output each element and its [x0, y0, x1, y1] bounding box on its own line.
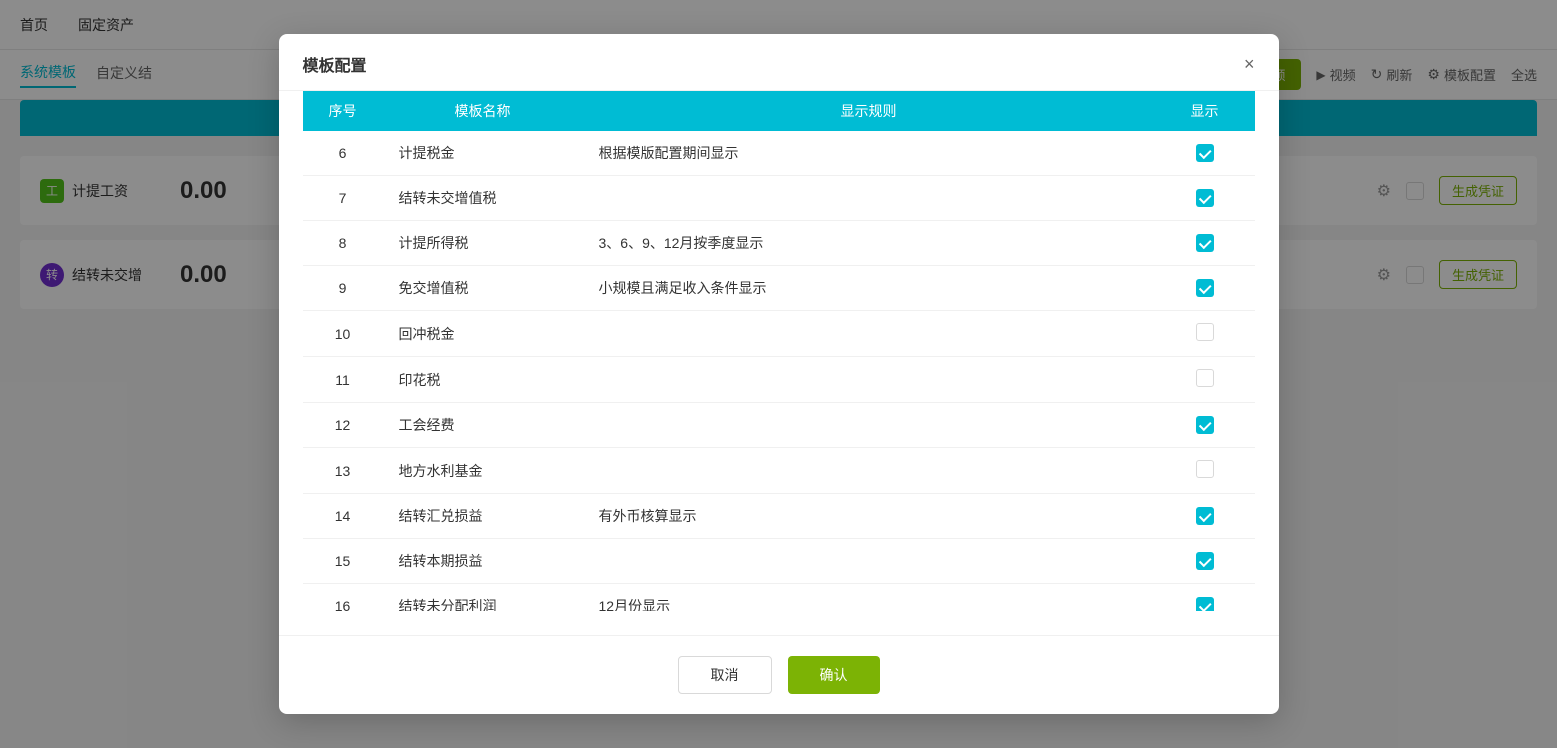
- table-row: 10回冲税金: [303, 311, 1255, 357]
- cell-index-8: 8: [303, 221, 383, 266]
- table-row: 15结转本期损益: [303, 539, 1255, 584]
- cell-check-12: [1155, 403, 1255, 448]
- modal-footer: 取消 确认: [279, 635, 1279, 714]
- table-row: 7结转未交增值税: [303, 176, 1255, 221]
- cell-name-12: 工会经费: [383, 403, 583, 448]
- cell-check-10: [1155, 311, 1255, 357]
- cell-check-9: [1155, 266, 1255, 311]
- checkbox-10[interactable]: [1196, 323, 1214, 341]
- cell-check-6: [1155, 131, 1255, 176]
- checkbox-13[interactable]: [1196, 460, 1214, 478]
- checkbox-6[interactable]: [1196, 144, 1214, 162]
- table-header-row: 序号 模板名称 显示规则 显示: [303, 91, 1255, 131]
- cell-check-14: [1155, 494, 1255, 539]
- col-header-index: 序号: [303, 91, 383, 131]
- cell-rule-6: 根据模版配置期间显示: [583, 131, 1155, 176]
- cell-name-16: 结转未分配利润: [383, 584, 583, 612]
- modal-title: 模板配置: [303, 52, 367, 76]
- checkbox-11[interactable]: [1196, 369, 1214, 387]
- cell-check-11: [1155, 357, 1255, 403]
- cell-rule-15: [583, 539, 1155, 584]
- table-container[interactable]: 序号 模板名称 显示规则 显示 6计提税金根据模版配置期间显示7结转未交增值税8…: [303, 91, 1255, 611]
- cell-name-11: 印花税: [383, 357, 583, 403]
- cell-name-9: 免交增值税: [383, 266, 583, 311]
- cell-rule-11: [583, 357, 1155, 403]
- modal-template-config: 模板配置 × 序号 模板名称 显示规则 显示 6计提税金根据模版配置期间显: [279, 34, 1279, 714]
- table-row: 16结转未分配利润12月份显示: [303, 584, 1255, 612]
- cell-rule-9: 小规模且满足收入条件显示: [583, 266, 1155, 311]
- cell-index-6: 6: [303, 131, 383, 176]
- checkbox-8[interactable]: [1196, 234, 1214, 252]
- cell-index-13: 13: [303, 448, 383, 494]
- cell-name-15: 结转本期损益: [383, 539, 583, 584]
- cell-index-12: 12: [303, 403, 383, 448]
- checkbox-9[interactable]: [1196, 279, 1214, 297]
- cell-check-7: [1155, 176, 1255, 221]
- table-row: 9免交增值税小规模且满足收入条件显示: [303, 266, 1255, 311]
- checkbox-12[interactable]: [1196, 416, 1214, 434]
- confirm-button[interactable]: 确认: [788, 656, 880, 694]
- col-header-rule: 显示规则: [583, 91, 1155, 131]
- cell-rule-12: [583, 403, 1155, 448]
- cell-rule-8: 3、6、9、12月按季度显示: [583, 221, 1155, 266]
- cell-index-7: 7: [303, 176, 383, 221]
- col-header-display: 显示: [1155, 91, 1255, 131]
- cell-check-16: [1155, 584, 1255, 612]
- cancel-button[interactable]: 取消: [678, 656, 772, 694]
- modal-overlay: 模板配置 × 序号 模板名称 显示规则 显示 6计提税金根据模版配置期间显: [0, 0, 1557, 748]
- cell-rule-10: [583, 311, 1155, 357]
- modal-close-button[interactable]: ×: [1244, 55, 1255, 73]
- cell-index-15: 15: [303, 539, 383, 584]
- col-header-name: 模板名称: [383, 91, 583, 131]
- cell-name-7: 结转未交增值税: [383, 176, 583, 221]
- table-body: 6计提税金根据模版配置期间显示7结转未交增值税8计提所得税3、6、9、12月按季…: [303, 131, 1255, 611]
- cell-index-16: 16: [303, 584, 383, 612]
- table-row: 8计提所得税3、6、9、12月按季度显示: [303, 221, 1255, 266]
- cell-index-10: 10: [303, 311, 383, 357]
- cell-name-8: 计提所得税: [383, 221, 583, 266]
- table-row: 6计提税金根据模版配置期间显示: [303, 131, 1255, 176]
- modal-header: 模板配置 ×: [279, 34, 1279, 91]
- modal-body: 序号 模板名称 显示规则 显示 6计提税金根据模版配置期间显示7结转未交增值税8…: [279, 91, 1279, 635]
- cell-rule-7: [583, 176, 1155, 221]
- table-row: 11印花税: [303, 357, 1255, 403]
- cell-check-15: [1155, 539, 1255, 584]
- table-row: 13地方水利基金: [303, 448, 1255, 494]
- cell-name-14: 结转汇兑损益: [383, 494, 583, 539]
- checkbox-14[interactable]: [1196, 507, 1214, 525]
- cell-index-9: 9: [303, 266, 383, 311]
- cell-check-13: [1155, 448, 1255, 494]
- cell-name-13: 地方水利基金: [383, 448, 583, 494]
- cell-rule-14: 有外币核算显示: [583, 494, 1155, 539]
- table-row: 12工会经费: [303, 403, 1255, 448]
- checkbox-7[interactable]: [1196, 189, 1214, 207]
- cell-rule-16: 12月份显示: [583, 584, 1155, 612]
- config-table: 序号 模板名称 显示规则 显示 6计提税金根据模版配置期间显示7结转未交增值税8…: [303, 91, 1255, 611]
- cell-name-10: 回冲税金: [383, 311, 583, 357]
- checkbox-16[interactable]: [1196, 597, 1214, 611]
- cell-index-14: 14: [303, 494, 383, 539]
- cell-name-6: 计提税金: [383, 131, 583, 176]
- table-row: 14结转汇兑损益有外币核算显示: [303, 494, 1255, 539]
- cell-rule-13: [583, 448, 1155, 494]
- checkbox-15[interactable]: [1196, 552, 1214, 570]
- cell-check-8: [1155, 221, 1255, 266]
- cell-index-11: 11: [303, 357, 383, 403]
